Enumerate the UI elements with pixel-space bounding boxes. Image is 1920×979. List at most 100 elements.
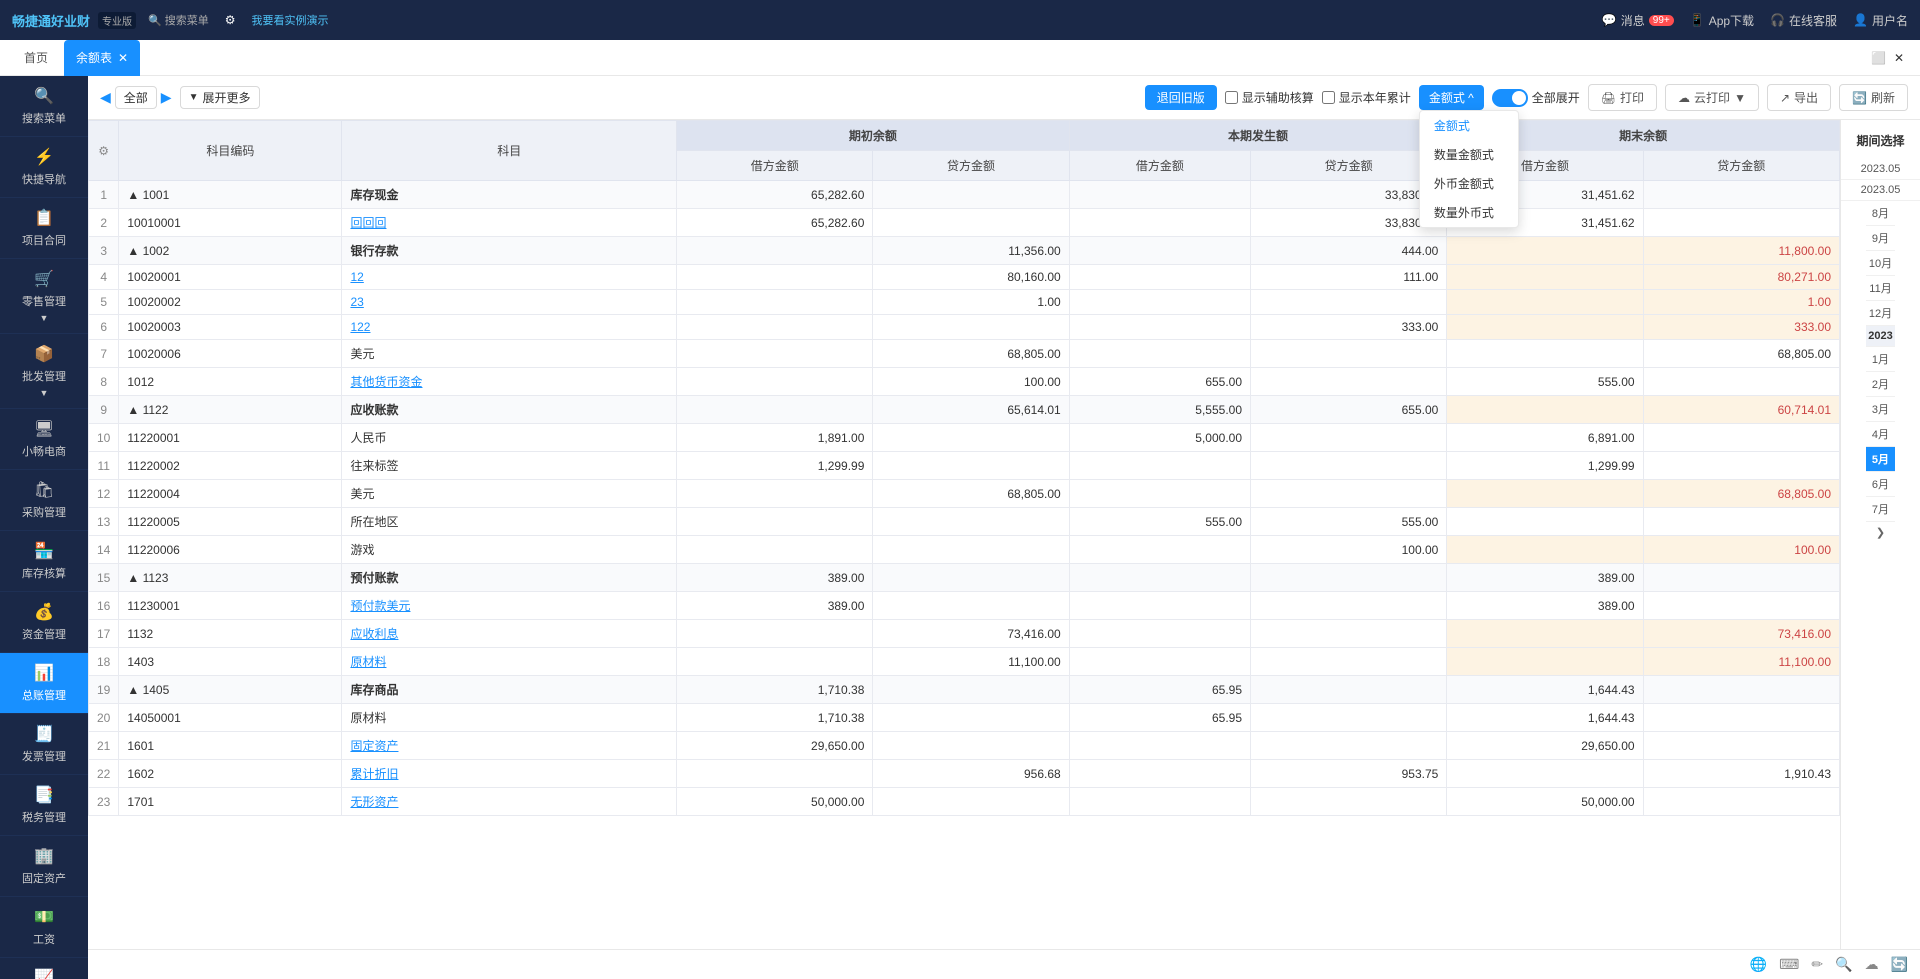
table-row[interactable]: 1▲ 1001库存现金65,282.6033,830.9831,451.62 — [89, 181, 1840, 209]
period-item[interactable]: 11月 — [1866, 276, 1894, 301]
period-item[interactable]: 4月 — [1866, 422, 1894, 447]
table-row[interactable]: 11 11220002往来标签1,299.991,299.99 — [89, 452, 1840, 480]
online-service-btn[interactable]: 🎧 在线客服 — [1770, 12, 1837, 29]
sidebar-item-quicknav[interactable]: ⚡ 快捷导航 — [0, 137, 88, 198]
table-row[interactable]: 12 11220004美元68,805.0068,805.00 — [89, 480, 1840, 508]
sidebar-item-project[interactable]: 📋 项目合同 — [0, 198, 88, 259]
zoom-icon[interactable]: 🔍 — [1835, 956, 1852, 973]
table-row[interactable]: 14 11220006游戏100.00100.00 — [89, 536, 1840, 564]
period-item[interactable]: 8月 — [1866, 201, 1894, 226]
table-row[interactable]: 4 100200011280,160.00111.0080,271.00 — [89, 265, 1840, 290]
name-link[interactable]: 固定资产 — [350, 739, 398, 753]
close-btn[interactable]: ✕ — [1894, 51, 1904, 65]
tab-close-btn[interactable]: ✕ — [118, 51, 128, 65]
name-link[interactable]: 累计折旧 — [350, 767, 398, 781]
table-row[interactable]: 2 10010001回回回65,282.6033,830.9831,451.62 — [89, 209, 1840, 237]
app-download-btn[interactable]: 📱 App下载 — [1690, 12, 1754, 29]
period-item[interactable]: 6月 — [1866, 472, 1894, 497]
refresh-btn[interactable]: 🔄 刷新 — [1839, 84, 1908, 111]
restore-btn[interactable]: ⬜ — [1871, 51, 1886, 65]
period-item[interactable]: 2023 — [1866, 326, 1894, 347]
show-ytd-checkbox[interactable]: 显示本年累计 — [1322, 89, 1411, 106]
cell-name[interactable]: 23 — [342, 290, 677, 315]
sidebar-item-ecommerce[interactable]: 🖥 小畅电商 — [0, 409, 88, 470]
table-row[interactable]: 19▲ 1405库存商品1,710.3865.951,644.43 — [89, 676, 1840, 704]
period-year-2023-2[interactable]: 2023.05 — [1841, 180, 1920, 201]
table-row[interactable]: 18 1403原材料11,100.0011,100.00 — [89, 648, 1840, 676]
name-link[interactable]: 122 — [350, 320, 370, 334]
table-row[interactable]: 6 10020003122333.00333.00 — [89, 315, 1840, 340]
sidebar-item-salary[interactable]: 💵 工资 — [0, 897, 88, 958]
edit-icon[interactable]: ✏ — [1811, 956, 1823, 973]
tab-balance-sheet[interactable]: 余额表 ✕ — [64, 40, 140, 76]
expand-all-switch[interactable] — [1492, 89, 1528, 107]
name-link[interactable]: 应收利息 — [350, 627, 398, 641]
sidebar-item-search[interactable]: 🔍 搜索菜单 — [0, 76, 88, 137]
period-year-2023-1[interactable]: 2023.05 — [1841, 159, 1920, 180]
table-row[interactable]: 23 1701无形资产50,000.0050,000.00 — [89, 788, 1840, 816]
sidebar-item-purchase[interactable]: 🛍 采购管理 — [0, 470, 88, 531]
format-option-amount[interactable]: 金额式 — [1420, 111, 1518, 140]
cell-name[interactable]: 预付款美元 — [342, 592, 677, 620]
format-dropdown-btn[interactable]: 金额式 ^ — [1419, 85, 1484, 110]
sidebar-item-general[interactable]: 📊 总账管理 — [0, 653, 88, 714]
table-row[interactable]: 8 1012其他货币资金100.00655.00555.00 — [89, 368, 1840, 396]
name-link[interactable]: 23 — [350, 295, 363, 309]
cell-name[interactable]: 122 — [342, 315, 677, 340]
table-row[interactable]: 22 1602累计折旧956.68953.751,910.43 — [89, 760, 1840, 788]
table-row[interactable]: 10 11220001人民币1,891.005,000.006,891.00 — [89, 424, 1840, 452]
period-item[interactable]: 5月 — [1866, 447, 1894, 472]
export-btn[interactable]: ↗ 导出 — [1767, 84, 1831, 111]
name-link[interactable]: 原材料 — [350, 655, 386, 669]
table-row[interactable]: 20 14050001原材料1,710.3865.951,644.43 — [89, 704, 1840, 732]
table-row[interactable]: 15▲ 1123预付账款389.00389.00 — [89, 564, 1840, 592]
cloud-print-btn[interactable]: ☁ 云打印 ▼ — [1665, 84, 1759, 111]
user-avatar[interactable]: 👤 用户名 — [1853, 12, 1908, 29]
sidebar-item-assets[interactable]: 🏢 固定资产 — [0, 836, 88, 897]
period-item[interactable]: 3月 — [1866, 397, 1894, 422]
table-row[interactable]: 9▲ 1122应收账款65,614.015,555.00655.0060,714… — [89, 396, 1840, 424]
name-link[interactable]: 其他货币资金 — [350, 375, 422, 389]
tab-home[interactable]: 首页 — [8, 40, 64, 76]
sync-icon[interactable]: 🔄 — [1891, 956, 1908, 973]
expand-more-btn[interactable]: ▼ 展开更多 — [180, 86, 260, 109]
table-row[interactable]: 3▲ 1002银行存款11,356.00444.0011,800.00 — [89, 237, 1840, 265]
search-menu[interactable]: 🔍 搜索菜单 — [148, 12, 209, 28]
name-link[interactable]: 无形资产 — [350, 795, 398, 809]
period-item[interactable]: 12月 — [1866, 301, 1894, 326]
table-row[interactable]: 7 10020006美元68,805.0068,805.00 — [89, 340, 1840, 368]
sidebar-item-invoice[interactable]: 🧾 发票管理 — [0, 714, 88, 775]
table-row[interactable]: 13 11220005所在地区555.00555.00 — [89, 508, 1840, 536]
sidebar-item-capital[interactable]: 💰 资金管理 — [0, 592, 88, 653]
period-item[interactable]: 1月 — [1866, 347, 1894, 372]
period-item[interactable]: 2月 — [1866, 372, 1894, 397]
sidebar-item-wholesale[interactable]: 📦 批发管理 ▼ — [0, 334, 88, 409]
message-btn[interactable]: 💬 消息 99+ — [1602, 12, 1674, 29]
print-btn[interactable]: 🖨 打印 — [1588, 84, 1657, 111]
translate-icon[interactable]: 🌐 — [1750, 956, 1767, 973]
format-option-foreign-amount[interactable]: 外币金额式 — [1420, 169, 1518, 198]
sidebar-item-inventory[interactable]: 🏪 库存核算 — [0, 531, 88, 592]
table-row[interactable]: 16 11230001预付款美元389.00389.00 — [89, 592, 1840, 620]
cell-name[interactable]: 12 — [342, 265, 677, 290]
nav-back-btn[interactable]: ◀ — [100, 89, 111, 106]
balance-table-container[interactable]: ⚙ 科目编码 科目 期初余额 本期发生额 期末余额 借方金额 贷方金额 借方金额 — [88, 120, 1840, 949]
nav-forward-btn[interactable]: ▶ — [161, 89, 172, 106]
cloud-status-icon[interactable]: ☁ — [1865, 956, 1879, 973]
sidebar-item-operation[interactable]: 📈 经营管理 — [0, 958, 88, 979]
name-link[interactable]: 预付款美元 — [350, 599, 410, 613]
all-btn[interactable]: 全部 — [115, 86, 157, 109]
th-settings[interactable]: ⚙ — [89, 121, 119, 181]
period-item[interactable]: 7月 — [1866, 497, 1894, 522]
cell-name[interactable]: 无形资产 — [342, 788, 677, 816]
format-option-qty-foreign[interactable]: 数量外币式 — [1420, 198, 1518, 227]
cell-name[interactable]: 其他货币资金 — [342, 368, 677, 396]
cell-name[interactable]: 累计折旧 — [342, 760, 677, 788]
name-link[interactable]: 回回回 — [350, 216, 386, 230]
settings-icon[interactable]: ⚙ — [225, 13, 236, 27]
table-row[interactable]: 21 1601固定资产29,650.0029,650.00 — [89, 732, 1840, 760]
period-item[interactable]: 9月 — [1866, 226, 1894, 251]
table-row[interactable]: 17 1132应收利息73,416.0073,416.00 — [89, 620, 1840, 648]
table-row[interactable]: 5 10020002231.001.00 — [89, 290, 1840, 315]
format-option-qty-amount[interactable]: 数量金额式 — [1420, 140, 1518, 169]
